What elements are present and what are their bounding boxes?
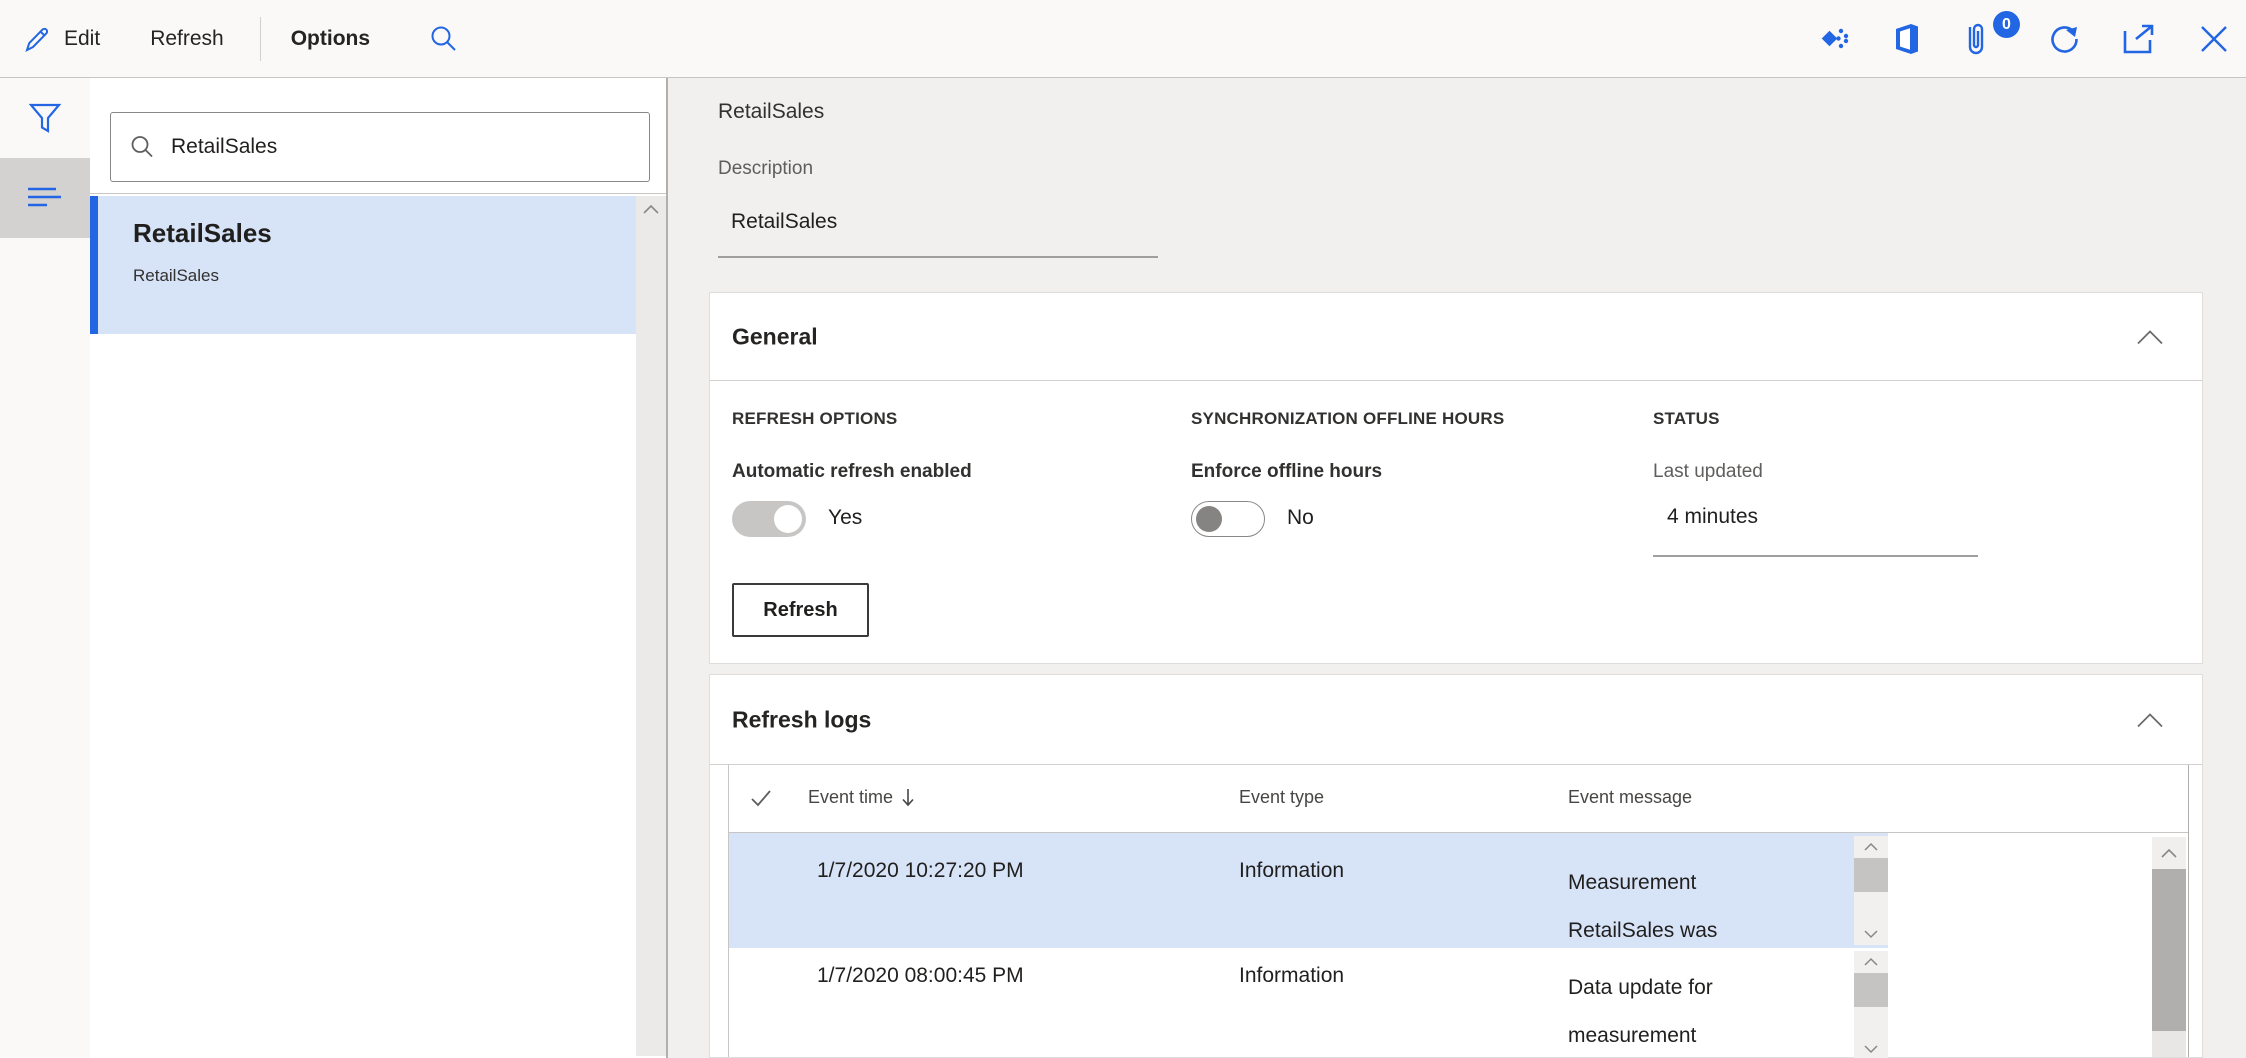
last-updated-field[interactable]: 4 minutes — [1667, 505, 1758, 529]
event-time-cell: 1/7/2020 10:27:20 PM — [817, 859, 1024, 883]
enforce-offline-value: No — [1287, 506, 1314, 530]
event-message-line1: Measurement — [1568, 859, 1717, 907]
chevron-down-icon — [1863, 929, 1879, 939]
record-list-panel: RetailSales RetailSales RetailSales — [90, 78, 668, 1058]
search-icon — [428, 24, 458, 54]
refresh-logs-section: Refresh logs Event time — [709, 674, 2203, 1058]
arrow-down-icon — [901, 788, 915, 808]
column-header-event-time[interactable]: Event time — [808, 787, 915, 808]
refresh-options-header: REFRESH OPTIONS — [732, 409, 897, 429]
description-label: Description — [718, 158, 813, 180]
refresh-label: Refresh — [150, 27, 224, 51]
options-label: Options — [291, 27, 370, 51]
event-message-line2: measurement — [1568, 1012, 1713, 1058]
chevron-up-icon — [1863, 957, 1879, 967]
filter-icon — [26, 99, 64, 137]
refresh-logs-table: Event time Event type Event message 1/7/… — [728, 765, 2189, 1057]
enforce-offline-label: Enforce offline hours — [1191, 461, 1382, 483]
last-updated-label: Last updated — [1653, 461, 1763, 483]
filter-button[interactable] — [0, 78, 90, 158]
event-message-line1: Data update for — [1568, 964, 1713, 1012]
general-section-header: General — [710, 293, 2202, 381]
message-cell-scrollbar[interactable] — [1854, 951, 1888, 1058]
search-value: RetailSales — [171, 135, 277, 159]
checkmark-icon[interactable] — [750, 789, 772, 807]
top-toolbar: Edit Refresh Options — [0, 0, 2246, 78]
pencil-icon — [22, 24, 52, 54]
edit-button[interactable]: Edit — [22, 24, 100, 54]
refresh-logs-title: Refresh logs — [732, 706, 871, 733]
search-icon — [129, 134, 155, 160]
general-section: General REFRESH OPTIONS SYNCHRONIZATION … — [709, 292, 2203, 664]
list-item-retailsales[interactable]: RetailSales RetailSales — [90, 196, 636, 334]
list-item-subtitle: RetailSales — [133, 266, 219, 286]
chevron-down-icon — [1863, 1044, 1879, 1054]
status-header: STATUS — [1653, 409, 1720, 429]
event-message-cell: Data update for measurement — [1568, 964, 1713, 1058]
auto-refresh-value: Yes — [828, 506, 862, 530]
toggle-knob — [1196, 506, 1222, 532]
description-field-underline — [718, 256, 1158, 258]
office-logo-icon[interactable] — [1892, 22, 1922, 56]
auto-refresh-label: Automatic refresh enabled — [732, 461, 972, 483]
page-title: RetailSales — [718, 100, 824, 124]
event-time-cell: 1/7/2020 08:00:45 PM — [817, 964, 1024, 988]
description-field[interactable]: RetailSales — [731, 210, 837, 234]
toolbar-divider — [260, 17, 261, 61]
scrollbar-thumb[interactable] — [1854, 858, 1888, 892]
event-type-cell: Information — [1239, 859, 1344, 883]
chevron-up-icon — [642, 204, 660, 215]
scrollbar-thumb[interactable] — [1854, 973, 1888, 1007]
chevron-up-icon — [1863, 842, 1879, 852]
scrollbar-thumb[interactable] — [2152, 869, 2186, 1031]
open-in-new-window-icon[interactable] — [2122, 23, 2158, 55]
table-header-row: Event time Event type Event message — [729, 765, 2188, 833]
last-updated-underline — [1653, 555, 1978, 557]
sync-offline-hours-header: SYNCHRONIZATION OFFLINE HOURS — [1191, 409, 1504, 429]
general-title: General — [732, 323, 818, 350]
close-icon[interactable] — [2198, 23, 2230, 55]
column-header-event-message[interactable]: Event message — [1568, 787, 1692, 808]
refresh-button[interactable]: Refresh — [732, 583, 869, 637]
toggle-knob — [774, 505, 802, 533]
table-scrollbar[interactable] — [2152, 837, 2186, 1057]
list-search-input[interactable]: RetailSales — [110, 112, 650, 182]
event-message-label: Event message — [1568, 787, 1692, 808]
list-icon — [26, 185, 64, 211]
event-type-label: Event type — [1239, 787, 1324, 808]
event-type-cell: Information — [1239, 964, 1344, 988]
chevron-up-icon — [2152, 837, 2186, 869]
table-row[interactable]: 1/7/2020 08:00:45 PM Information Data up… — [729, 948, 1888, 1058]
options-button[interactable]: Options — [291, 27, 370, 51]
event-message-cell: Measurement RetailSales was — [1568, 859, 1717, 955]
list-scrollbar[interactable] — [636, 196, 666, 1056]
event-time-label: Event time — [808, 787, 893, 808]
column-header-event-type[interactable]: Event type — [1239, 787, 1324, 808]
diamonds-icon[interactable] — [1818, 24, 1852, 54]
auto-refresh-toggle[interactable] — [732, 501, 806, 537]
refresh-circle-icon[interactable] — [2046, 21, 2082, 57]
app-window: Edit Refresh Options — [0, 0, 2246, 1058]
list-search-area: RetailSales — [90, 78, 666, 194]
edit-label: Edit — [64, 27, 100, 51]
main-content: RetailSales Description RetailSales Gene… — [670, 78, 2246, 1058]
toolbar-right-icons: 0 — [1818, 0, 2230, 78]
toolbar-search-button[interactable] — [428, 24, 458, 54]
left-rail — [0, 78, 90, 1058]
attachments-button[interactable]: 0 — [1962, 19, 2006, 59]
enforce-offline-toggle[interactable] — [1191, 501, 1265, 537]
selected-accent-bar — [90, 196, 98, 334]
refresh-logs-header: Refresh logs — [710, 675, 2202, 765]
refresh-menu-button[interactable]: Refresh — [150, 27, 224, 51]
show-list-button[interactable] — [0, 158, 90, 238]
message-cell-scrollbar[interactable] — [1854, 836, 1888, 945]
table-row[interactable]: 1/7/2020 10:27:20 PM Information Measure… — [729, 833, 1888, 948]
chevron-up-icon[interactable] — [2136, 711, 2164, 728]
list-item-title: RetailSales — [133, 218, 272, 249]
chevron-up-icon[interactable] — [2136, 328, 2164, 345]
attachments-count-badge: 0 — [1993, 11, 2020, 38]
